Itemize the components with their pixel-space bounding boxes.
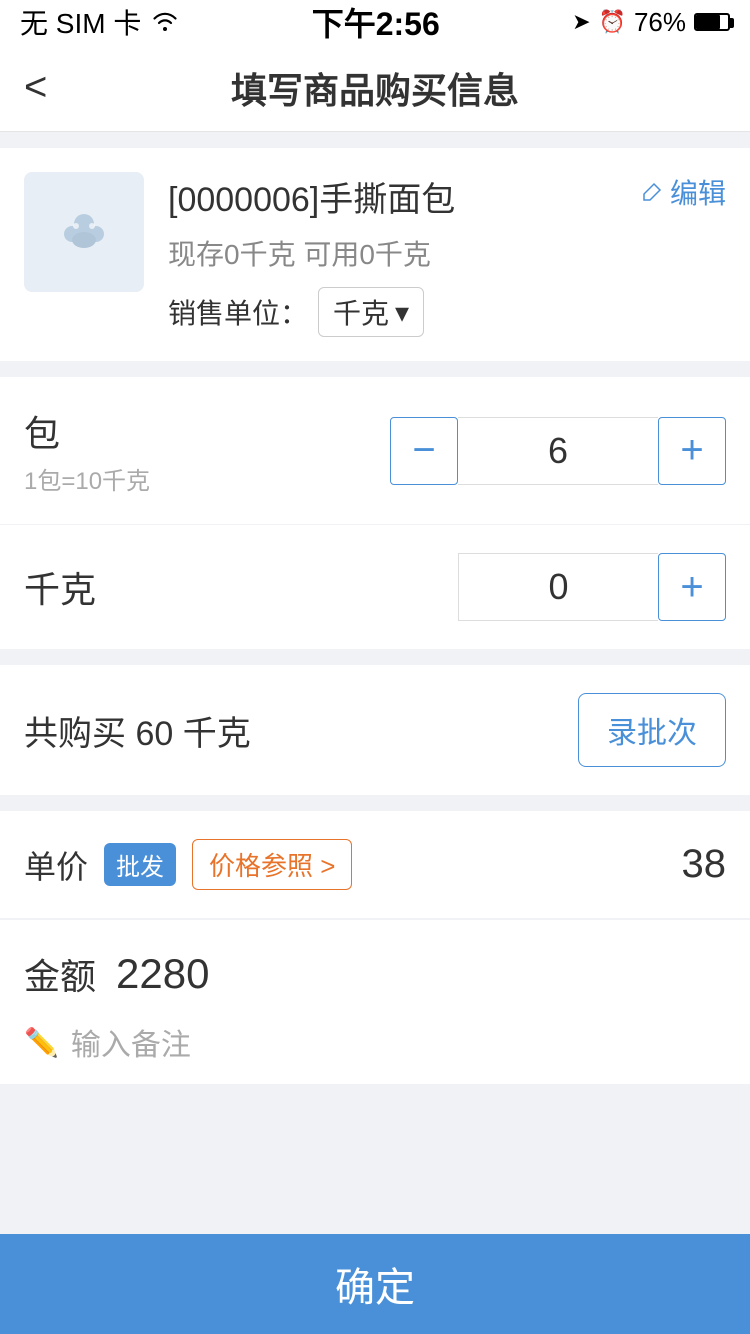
price-tag: 批发 bbox=[104, 843, 176, 886]
amount-label: 金额 bbox=[24, 948, 96, 1000]
remark-placeholder: 输入备注 bbox=[71, 1020, 191, 1064]
unit-select[interactable]: 千克 ▾ bbox=[318, 287, 424, 337]
summary-section: 共购买 60 千克 录批次 bbox=[0, 665, 750, 795]
location-icon: ➤ bbox=[572, 9, 590, 35]
wifi-icon bbox=[151, 6, 179, 38]
status-left: 无 SIM 卡 bbox=[20, 2, 179, 42]
status-bar: 无 SIM 卡 下午2:56 ➤ ⏰ 76% bbox=[0, 0, 750, 44]
price-ref-button[interactable]: 价格参照 > bbox=[192, 839, 352, 890]
nav-bar: < 填写商品购买信息 bbox=[0, 44, 750, 132]
bao-plus-button[interactable]: + bbox=[658, 417, 726, 485]
battery-text: 76% bbox=[634, 7, 686, 38]
chevron-down-icon: ▾ bbox=[395, 296, 409, 329]
alarm-icon: ⏰ bbox=[599, 9, 626, 35]
amount-value: 2280 bbox=[116, 950, 209, 998]
no-sim-text: 无 SIM 卡 bbox=[20, 2, 141, 42]
back-button[interactable]: < bbox=[24, 65, 47, 110]
page-title: 填写商品购买信息 bbox=[231, 62, 519, 114]
price-label: 单价 bbox=[24, 842, 88, 888]
bao-controls: − + bbox=[390, 417, 726, 485]
confirm-button[interactable]: 确定 bbox=[0, 1234, 750, 1334]
product-unit: 销售单位： 千克 ▾ bbox=[168, 287, 726, 337]
price-section: 单价 批发 价格参照 > 38 bbox=[0, 811, 750, 918]
battery-icon bbox=[694, 13, 730, 31]
kg-row: 千克 + bbox=[0, 525, 750, 649]
amount-row: 金额 2280 bbox=[24, 948, 726, 1000]
bao-minus-button[interactable]: − bbox=[390, 417, 458, 485]
price-value: 38 bbox=[682, 842, 727, 887]
pencil-icon: ✏️ bbox=[24, 1026, 59, 1059]
status-right: ➤ ⏰ 76% bbox=[572, 7, 730, 38]
kg-plus-button[interactable]: + bbox=[658, 553, 726, 621]
kg-controls: + bbox=[458, 553, 726, 621]
bao-row: 包 1包=10千克 − + bbox=[0, 377, 750, 525]
quantity-section: 包 1包=10千克 − + 千克 + bbox=[0, 377, 750, 649]
summary-text: 共购买 60 千克 bbox=[24, 706, 251, 755]
kg-label: 千克 bbox=[24, 561, 224, 613]
record-batch-button[interactable]: 录批次 bbox=[578, 693, 726, 767]
product-info: [0000006]手撕面包 编辑 现存0千克 可用0千克 销售单位： 千克 ▾ bbox=[168, 172, 726, 337]
remark-row[interactable]: ✏️ 输入备注 bbox=[24, 1020, 726, 1064]
product-section: [0000006]手撕面包 编辑 现存0千克 可用0千克 销售单位： 千克 ▾ bbox=[0, 148, 750, 361]
bao-input[interactable] bbox=[458, 417, 658, 485]
bao-label: 包 1包=10千克 bbox=[24, 405, 224, 496]
amount-section: 金额 2280 ✏️ 输入备注 bbox=[0, 920, 750, 1084]
product-stock: 现存0千克 可用0千克 bbox=[168, 233, 726, 273]
price-row: 单价 批发 价格参照 > 38 bbox=[24, 839, 726, 890]
edit-button[interactable]: 编辑 bbox=[640, 172, 726, 212]
status-time: 下午2:56 bbox=[312, 0, 440, 45]
product-name: [0000006]手撕面包 bbox=[168, 172, 455, 221]
kg-input[interactable] bbox=[458, 553, 658, 621]
product-image bbox=[24, 172, 144, 292]
